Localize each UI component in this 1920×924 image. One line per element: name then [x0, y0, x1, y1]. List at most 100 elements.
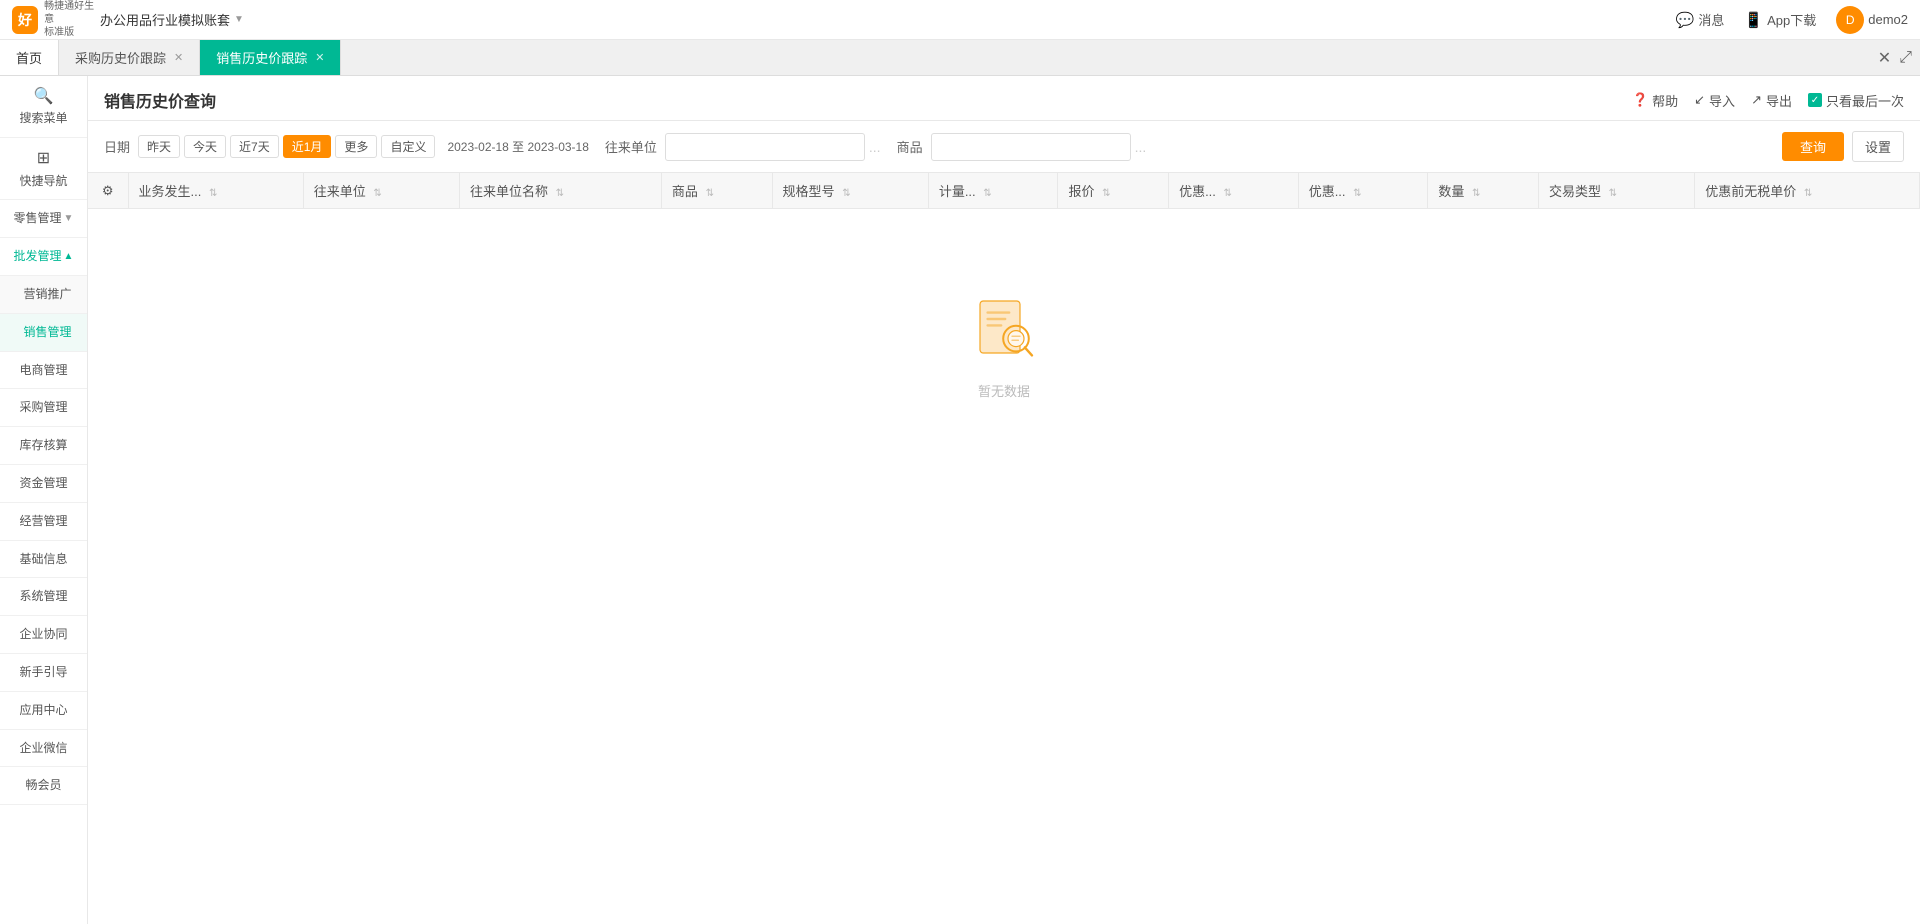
- date-btn-more[interactable]: 更多: [335, 135, 377, 158]
- logo-icon: 好: [12, 6, 38, 34]
- tab-home[interactable]: 首页: [0, 40, 59, 75]
- sidebar-item-ecommerce[interactable]: 电商管理: [0, 352, 87, 390]
- col-quote[interactable]: 报价 ⇅: [1058, 173, 1169, 209]
- date-btn-7days[interactable]: 近7天: [230, 135, 279, 158]
- sidebar-item-search-menu[interactable]: 🔍 搜索菜单: [0, 76, 87, 138]
- search-icon: 🔍: [34, 86, 54, 108]
- user-profile[interactable]: D demo2: [1836, 6, 1908, 34]
- counterpart-dots[interactable]: ...: [869, 139, 881, 155]
- counterpart-label: 往来单位: [605, 137, 657, 156]
- goods-input-wrapper: ...: [931, 133, 1147, 161]
- query-button[interactable]: 查询: [1782, 132, 1844, 161]
- tab-sales-history-close[interactable]: ✕: [315, 51, 324, 64]
- tab-purchase-history[interactable]: 采购历史价跟踪 ✕: [59, 40, 200, 75]
- sidebar-item-wholesale-mgmt[interactable]: 批发管理 ▲: [0, 238, 87, 276]
- checkbox-icon: ✓: [1808, 93, 1822, 107]
- sidebar-item-sales-mgmt[interactable]: 销售管理: [0, 314, 87, 352]
- sidebar-item-inventory[interactable]: 库存核算: [0, 427, 87, 465]
- col-discount2[interactable]: 优惠... ⇅: [1298, 173, 1428, 209]
- date-range-display: 2023-02-18 至 2023-03-18: [447, 138, 588, 155]
- col-goods[interactable]: 商品 ⇅: [661, 173, 772, 209]
- export-btn[interactable]: ↗ 导出: [1751, 91, 1792, 110]
- sidebar-item-membership[interactable]: 畅会员: [0, 767, 87, 805]
- col-discount1[interactable]: 优惠... ⇅: [1169, 173, 1299, 209]
- grid-icon: ⊞: [37, 148, 50, 170]
- goods-input[interactable]: [931, 133, 1131, 161]
- date-btn-1month[interactable]: 近1月: [283, 135, 332, 158]
- empty-state: 暂无数据: [88, 209, 1920, 480]
- sidebar-item-quick-nav[interactable]: ⊞ 快捷导航: [0, 138, 87, 200]
- sidebar-item-purchase-mgmt[interactable]: 采购管理: [0, 389, 87, 427]
- avatar: D: [1836, 6, 1864, 34]
- filter-area: 日期 昨天 今天 近7天 近1月 更多 自定义 2023-02-18 至 202…: [88, 121, 1920, 173]
- col-trade-type[interactable]: 交易类型 ⇅: [1538, 173, 1694, 209]
- chevron-up-icon: ▲: [64, 250, 74, 264]
- logo-text: 畅捷通好生意 标准版: [44, 0, 100, 39]
- col-pretax-price[interactable]: 优惠前无税单价 ⇅: [1695, 173, 1920, 209]
- col-spec[interactable]: 规格型号 ⇅: [772, 173, 928, 209]
- col-settings[interactable]: ⚙: [88, 173, 128, 209]
- sidebar-item-finance[interactable]: 资金管理: [0, 465, 87, 503]
- sidebar-item-guide[interactable]: 新手引导: [0, 654, 87, 692]
- col-counterpart-name[interactable]: 往来单位名称 ⇅: [460, 173, 662, 209]
- sidebar-item-enterprise[interactable]: 企业协同: [0, 616, 87, 654]
- counterpart-filter-group: 往来单位 ...: [605, 133, 881, 161]
- sort-icon: ⇅: [1353, 188, 1361, 199]
- main-layout: 🔍 搜索菜单 ⊞ 快捷导航 零售管理 ▼ 批发管理 ▲ 营销推广 销售管理 电商…: [0, 76, 1920, 924]
- empty-illustration: [964, 289, 1044, 369]
- goods-dots[interactable]: ...: [1135, 139, 1147, 155]
- import-btn[interactable]: ↙ 导入: [1694, 91, 1735, 110]
- page-header: 销售历史价查询 ❓ 帮助 ↙ 导入 ↗ 导出 ✓ 只看最后一次: [88, 76, 1920, 121]
- phone-icon: 📱: [1744, 11, 1763, 29]
- message-btn[interactable]: 💬 消息: [1676, 10, 1725, 29]
- col-biz-date[interactable]: 业务发生... ⇅: [128, 173, 303, 209]
- close-all-btn[interactable]: ✕: [1878, 48, 1891, 68]
- maximize-btn[interactable]: ⤢: [1899, 49, 1912, 67]
- account-dropdown[interactable]: 办公用品行业模拟账套 ▼: [100, 10, 1676, 29]
- empty-text: 暂无数据: [978, 381, 1030, 400]
- date-btn-custom[interactable]: 自定义: [381, 135, 435, 158]
- sidebar-item-operations[interactable]: 经营管理: [0, 503, 87, 541]
- help-btn[interactable]: ❓ 帮助: [1632, 91, 1678, 110]
- sidebar-item-marketing[interactable]: 营销推广: [0, 276, 87, 314]
- sort-icon: ⇅: [1102, 188, 1110, 199]
- sort-icon: ⇅: [556, 188, 564, 199]
- col-unit[interactable]: 计量... ⇅: [928, 173, 1058, 209]
- sort-icon: ⇅: [209, 188, 217, 199]
- sort-icon: ⇅: [1804, 188, 1812, 199]
- settings-button[interactable]: 设置: [1852, 131, 1904, 162]
- tab-sales-history[interactable]: 销售历史价跟踪 ✕: [200, 40, 341, 75]
- page-header-actions: ❓ 帮助 ↙ 导入 ↗ 导出 ✓ 只看最后一次: [1632, 91, 1904, 110]
- tab-bar-controls: ✕ ⤢: [1878, 48, 1920, 68]
- settings-icon: ⚙: [102, 183, 114, 198]
- counterpart-input[interactable]: [665, 133, 865, 161]
- table-header-row: ⚙ 业务发生... ⇅ 往来单位 ⇅ 往来单位名称 ⇅: [88, 173, 1920, 209]
- goods-filter-group: 商品 ...: [897, 133, 1147, 161]
- sort-icon: ⇅: [1472, 188, 1480, 199]
- sidebar-item-system[interactable]: 系统管理: [0, 578, 87, 616]
- sidebar-item-wechat[interactable]: 企业微信: [0, 730, 87, 768]
- chevron-down-icon: ▼: [234, 14, 244, 25]
- col-counterpart[interactable]: 往来单位 ⇅: [303, 173, 459, 209]
- date-btn-today[interactable]: 今天: [184, 135, 226, 158]
- sidebar: 🔍 搜索菜单 ⊞ 快捷导航 零售管理 ▼ 批发管理 ▲ 营销推广 销售管理 电商…: [0, 76, 88, 924]
- col-quantity[interactable]: 数量 ⇅: [1428, 173, 1539, 209]
- sidebar-item-app-center[interactable]: 应用中心: [0, 692, 87, 730]
- sort-icon: ⇅: [842, 188, 850, 199]
- sidebar-item-retail-mgmt[interactable]: 零售管理 ▼: [0, 200, 87, 238]
- date-btn-yesterday[interactable]: 昨天: [138, 135, 180, 158]
- tab-purchase-history-close[interactable]: ✕: [174, 51, 183, 64]
- counterpart-input-wrapper: ...: [665, 133, 881, 161]
- only-last-checkbox[interactable]: ✓ 只看最后一次: [1808, 91, 1904, 110]
- data-table: ⚙ 业务发生... ⇅ 往来单位 ⇅ 往来单位名称 ⇅: [88, 173, 1920, 209]
- help-icon: ❓: [1632, 92, 1648, 108]
- logo: 好 畅捷通好生意 标准版: [12, 0, 100, 39]
- app-download-btn[interactable]: 📱 App下载: [1744, 10, 1816, 29]
- import-icon: ↙: [1694, 92, 1705, 108]
- page-title: 销售历史价查询: [104, 88, 216, 112]
- sidebar-item-basic-info[interactable]: 基础信息: [0, 541, 87, 579]
- table-container: ⚙ 业务发生... ⇅ 往来单位 ⇅ 往来单位名称 ⇅: [88, 173, 1920, 924]
- date-filter-group: 日期 昨天 今天 近7天 近1月 更多 自定义 2023-02-18 至 202…: [104, 135, 589, 158]
- message-icon: 💬: [1676, 11, 1695, 29]
- top-bar-right: 💬 消息 📱 App下载 D demo2: [1676, 6, 1908, 34]
